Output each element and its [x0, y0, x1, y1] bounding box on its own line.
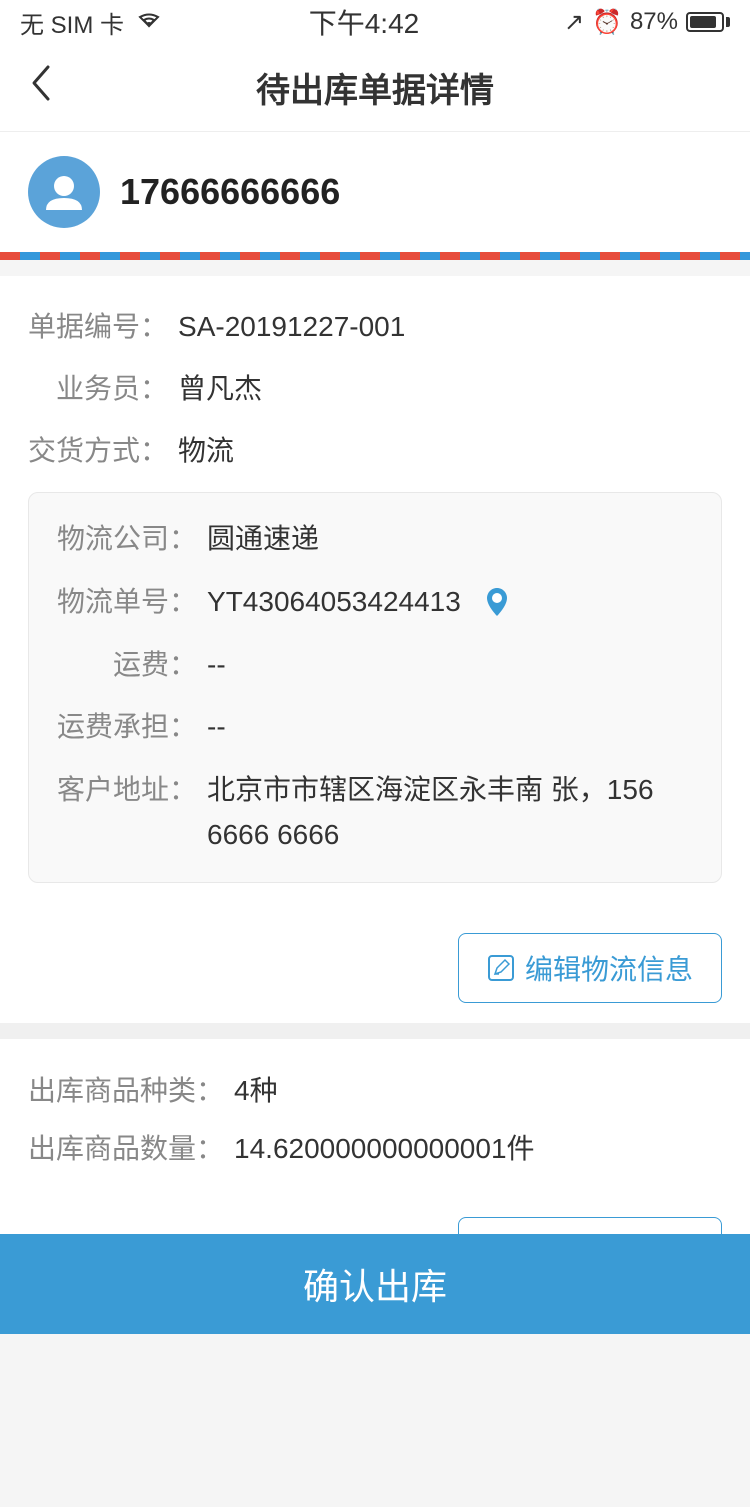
delivery-method-value: 物流	[178, 430, 722, 472]
goods-quantity-value: 14.620000000000001件	[234, 1127, 535, 1167]
status-left: 无 SIM 卡	[20, 5, 164, 40]
location-status-icon: ↗	[564, 8, 584, 37]
edit-logistics-button[interactable]: 编辑物流信息	[458, 933, 722, 1003]
avatar	[28, 156, 100, 228]
edit-icon	[487, 954, 515, 982]
sales-person-row: 业务员： 曾凡杰	[28, 368, 722, 410]
edit-logistics-row: 编辑物流信息	[0, 913, 750, 1023]
map-pin-icon[interactable]	[477, 582, 517, 622]
goods-quantity-label: 出库商品数量：	[28, 1127, 224, 1167]
page-title: 待出库单据详情	[256, 63, 494, 112]
logistics-tracking-value: YT43064053424413	[207, 580, 461, 625]
delivery-method-row: 交货方式： 物流	[28, 430, 722, 472]
goods-types-label: 出库商品种类：	[28, 1069, 224, 1109]
status-right: ↗ ⏰ 87%	[564, 8, 730, 37]
user-icon	[42, 170, 86, 214]
address-label: 客户地址：	[57, 768, 197, 813]
sales-person-value: 曾凡杰	[178, 368, 722, 410]
wifi-icon	[134, 8, 164, 37]
doc-no-label: 单据编号：	[28, 306, 168, 348]
goods-quantity-row: 出库商品数量： 14.620000000000001件	[28, 1127, 722, 1167]
goods-types-value: 4种	[234, 1069, 278, 1109]
alarm-icon: ⏰	[592, 8, 622, 37]
freight-row: 运费： --	[57, 643, 693, 688]
nav-bar: 待出库单据详情	[0, 44, 750, 132]
status-time: 下午4:42	[309, 2, 420, 42]
back-button[interactable]	[28, 63, 52, 113]
delivery-method-label: 交货方式：	[28, 430, 168, 472]
goods-section: 出库商品种类： 4种 出库商品数量： 14.620000000000001件	[0, 1039, 750, 1197]
logistics-company-label: 物流公司：	[57, 517, 197, 562]
logistics-tracking-label: 物流单号：	[57, 580, 197, 625]
tracking-value-row: YT43064053424413	[207, 580, 517, 625]
confirm-button-label: 确认出库	[303, 1258, 447, 1310]
freight-bearer-row: 运费承担： --	[57, 705, 693, 750]
customer-header: 17666666666	[0, 132, 750, 252]
address-row: 客户地址： 北京市市辖区海淀区永丰南 张，156 6666 6666	[57, 768, 693, 858]
logistics-company-row: 物流公司： 圆通速递	[57, 517, 693, 562]
doc-no-value: SA-20191227-001	[178, 306, 722, 348]
logistics-card: 物流公司： 圆通速递 物流单号： YT43064053424413 运费： --…	[28, 492, 722, 883]
status-bar: 无 SIM 卡 下午4:42 ↗ ⏰ 87%	[0, 0, 750, 44]
edit-logistics-label: 编辑物流信息	[525, 948, 693, 988]
address-value: 北京市市辖区海淀区永丰南 张，156 6666 6666	[207, 768, 693, 858]
battery-icon	[686, 12, 730, 32]
goods-types-row: 出库商品种类： 4种	[28, 1069, 722, 1109]
section-divider	[0, 1023, 750, 1039]
sales-person-label: 业务员：	[28, 368, 168, 410]
carrier-text: 无 SIM 卡	[20, 5, 124, 40]
bottom-spacer	[0, 1307, 750, 1507]
battery-percent: 87%	[630, 8, 678, 36]
freight-value: --	[207, 643, 693, 688]
freight-label: 运费：	[57, 643, 197, 688]
doc-no-row: 单据编号： SA-20191227-001	[28, 306, 722, 348]
logistics-tracking-row: 物流单号： YT43064053424413	[57, 580, 693, 625]
doc-info-section: 单据编号： SA-20191227-001 业务员： 曾凡杰 交货方式： 物流 …	[0, 276, 750, 913]
confirm-button[interactable]: 确认出库	[0, 1234, 750, 1334]
customer-phone: 17666666666	[120, 171, 340, 213]
freight-bearer-label: 运费承担：	[57, 705, 197, 750]
logistics-company-value: 圆通速递	[207, 517, 693, 562]
freight-bearer-value: --	[207, 705, 693, 750]
dashed-separator	[0, 252, 750, 260]
